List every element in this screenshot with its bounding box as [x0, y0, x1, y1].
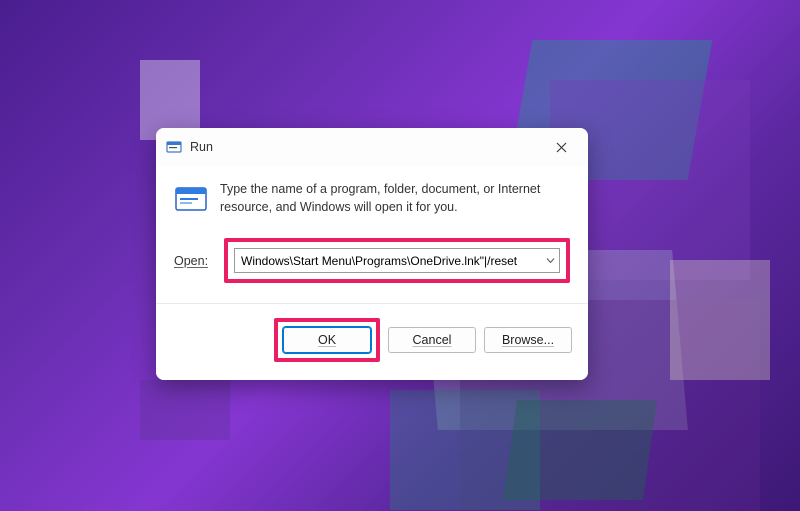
titlebar[interactable]: Run	[156, 128, 588, 166]
run-title-icon	[166, 139, 182, 155]
dialog-title: Run	[190, 140, 538, 154]
annotation-highlight-ok: OK	[274, 318, 380, 362]
dialog-body: Type the name of a program, folder, docu…	[156, 166, 588, 303]
browse-button[interactable]: Browse...	[484, 327, 572, 353]
annotation-highlight-input	[224, 238, 570, 283]
open-label: Open:	[174, 254, 214, 268]
run-icon	[174, 182, 208, 216]
cancel-button[interactable]: Cancel	[388, 327, 476, 353]
command-input[interactable]	[235, 249, 559, 272]
close-button[interactable]	[538, 131, 584, 163]
button-bar: OK Cancel Browse...	[156, 303, 588, 380]
close-icon	[556, 142, 567, 153]
run-dialog: Run Type the name of a program, folder, …	[156, 128, 588, 380]
dialog-description: Type the name of a program, folder, docu…	[220, 180, 570, 216]
ok-button[interactable]: OK	[283, 327, 371, 353]
open-combobox[interactable]	[234, 248, 560, 273]
